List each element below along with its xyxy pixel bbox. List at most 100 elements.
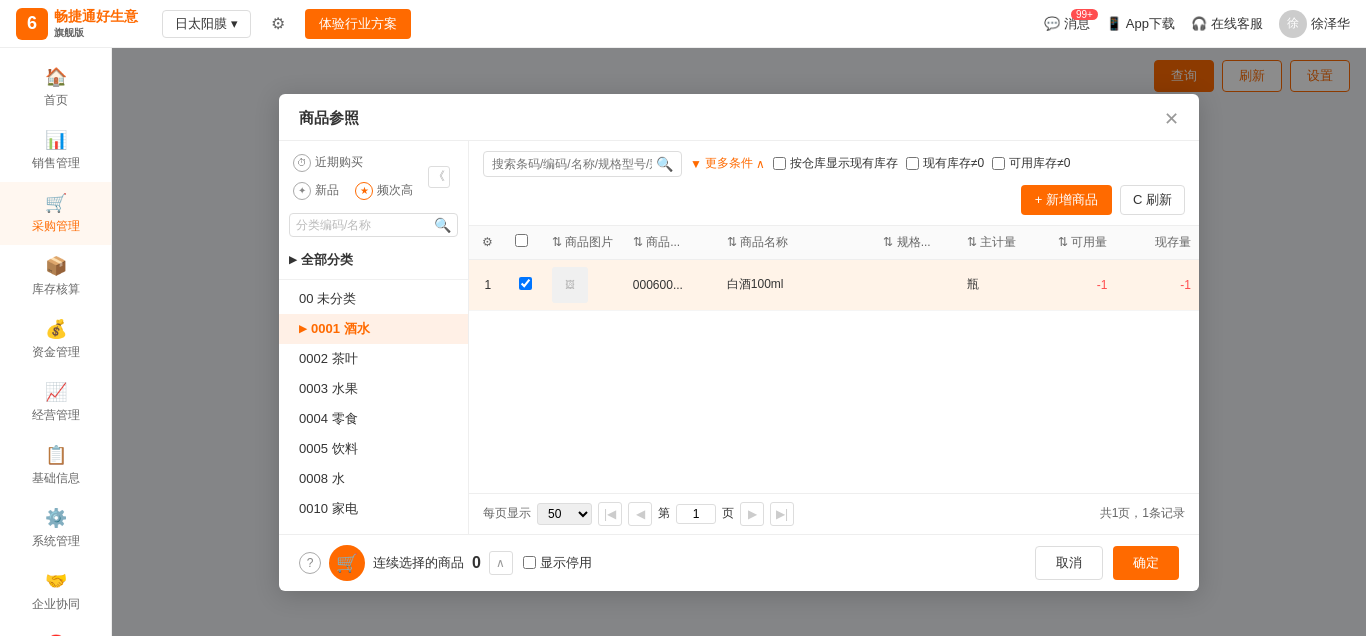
recent-purchase-icon: ⏱: [293, 154, 311, 172]
basic-info-icon: 📋: [45, 444, 67, 466]
sidebar-item-system[interactable]: ⚙️ 系统管理: [0, 497, 111, 560]
home-icon: 🏠: [45, 66, 67, 88]
th-code-sort-icon: ⇅: [633, 235, 643, 249]
dropdown-icon: ▾: [231, 16, 238, 31]
sidebar-label-inventory: 库存核算: [32, 281, 80, 298]
cart-button[interactable]: 🛒: [329, 545, 365, 581]
category-item-6[interactable]: 0008 水: [279, 464, 468, 494]
product-search-input[interactable]: [492, 157, 652, 171]
notification-badge: 99+: [1071, 9, 1098, 20]
prev-page-button[interactable]: ◀: [628, 502, 652, 526]
warehouse-display-checkbox[interactable]: 按仓库显示现有库存: [773, 155, 898, 172]
new-product-label: 新品: [315, 182, 339, 199]
pagination: 每页显示 50 10 20 100 |◀ ◀ 第 页: [469, 493, 1199, 534]
sidebar-label-basic-info: 基础信息: [32, 470, 80, 487]
add-product-button[interactable]: + 新增商品: [1021, 185, 1112, 215]
help-icon[interactable]: ?: [299, 552, 321, 574]
sidebar-item-finance[interactable]: 💰 资金管理: [0, 308, 111, 371]
page-input[interactable]: [676, 504, 716, 524]
all-category-label: 全部分类: [301, 251, 353, 269]
select-all-checkbox[interactable]: [515, 234, 528, 247]
sidebar: 🏠 首页 📊 销售管理 🛒 采购管理 📦 库存核算 💰 资金管理 📈 经营管理 …: [0, 48, 112, 636]
username-label: 徐泽华: [1311, 15, 1350, 33]
category-all[interactable]: ▶ 全部分类: [279, 245, 468, 275]
show-disabled-label[interactable]: 显示停用: [523, 554, 592, 572]
filter-label: 更多条件: [705, 155, 753, 172]
category-search-icon[interactable]: 🔍: [434, 217, 451, 233]
row-checkbox[interactable]: [519, 277, 532, 290]
current-stock-input[interactable]: [906, 157, 919, 170]
cat-item-7-label: 0010 家电: [299, 500, 358, 518]
sidebar-item-enterprise[interactable]: 🤝 企业协同: [0, 560, 111, 623]
th-unit[interactable]: ⇅ 主计量: [959, 226, 1032, 260]
th-code[interactable]: ⇅ 商品...: [625, 226, 719, 260]
sidebar-item-guide[interactable]: 🎯 新手引导: [0, 623, 111, 636]
high-frequency-tab[interactable]: ★ 频次高: [349, 179, 419, 203]
modal-close-button[interactable]: ✕: [1164, 108, 1179, 130]
product-search-icon[interactable]: 🔍: [656, 156, 673, 172]
category-item-4[interactable]: 0004 零食: [279, 404, 468, 434]
show-disabled-checkbox[interactable]: [523, 556, 536, 569]
sidebar-label-purchase: 采购管理: [32, 218, 80, 235]
sidebar-label-finance: 资金管理: [32, 344, 80, 361]
main-layout: 🏠 首页 📊 销售管理 🛒 采购管理 📦 库存核算 💰 资金管理 📈 经营管理 …: [0, 48, 1366, 636]
cat-item-5-label: 0005 饮料: [299, 440, 358, 458]
settings-icon[interactable]: ⚙: [263, 9, 293, 39]
category-item-5[interactable]: 0005 饮料: [279, 434, 468, 464]
available-stock-checkbox[interactable]: 可用库存≠0: [992, 155, 1070, 172]
online-service-area[interactable]: 🎧 在线客服: [1191, 15, 1263, 33]
category-search: 🔍: [289, 213, 458, 237]
category-item-0[interactable]: 00 未分类: [279, 284, 468, 314]
td-stock: -1: [1115, 259, 1199, 310]
current-stock-checkbox[interactable]: 现有库存≠0: [906, 155, 984, 172]
th-available[interactable]: ⇅ 可用量: [1032, 226, 1116, 260]
category-filter-tabs: ⏱ 近期购买 ✦ 新品 ★ 频次高: [287, 151, 428, 203]
topbar: 6 畅捷通好生意 旗舰版 日太阳膜 ▾ ⚙ 体验行业方案 💬 消息 99+ 📱 …: [0, 0, 1366, 48]
table-header-row: ⚙ ⇅ 商品图片 ⇅ 商品...: [469, 226, 1199, 260]
th-settings[interactable]: ⚙: [469, 226, 507, 260]
last-page-button[interactable]: ▶|: [770, 502, 794, 526]
td-checkbox[interactable]: [507, 259, 545, 310]
footer-collapse-button[interactable]: ∧: [489, 551, 513, 575]
new-product-tab[interactable]: ✦ 新品: [287, 179, 345, 203]
sidebar-item-purchase[interactable]: 🛒 采购管理: [0, 182, 111, 245]
confirm-button[interactable]: 确定: [1113, 546, 1179, 580]
table-row[interactable]: 1 🖼 000600... 白酒100ml 瓶: [469, 259, 1199, 310]
cancel-button[interactable]: 取消: [1035, 546, 1103, 580]
category-item-2[interactable]: 0002 茶叶: [279, 344, 468, 374]
avatar: 徐: [1279, 10, 1307, 38]
refresh-button[interactable]: C 刷新: [1120, 185, 1185, 215]
next-page-button[interactable]: ▶: [740, 502, 764, 526]
page-size-select[interactable]: 50 10 20 100: [537, 503, 592, 525]
th-spec[interactable]: ⇅ 规格...: [875, 226, 959, 260]
sidebar-item-inventory[interactable]: 📦 库存核算: [0, 245, 111, 308]
logo-icon: 6: [16, 8, 48, 40]
more-filter-button[interactable]: ▼ 更多条件 ∧: [690, 155, 765, 172]
th-name[interactable]: ⇅ 商品名称: [719, 226, 876, 260]
sidebar-item-operations[interactable]: 📈 经营管理: [0, 371, 111, 434]
first-page-button[interactable]: |◀: [598, 502, 622, 526]
th-stock[interactable]: 现存量: [1115, 226, 1199, 260]
current-stock-label: 现有库存≠0: [923, 155, 984, 172]
available-stock-input[interactable]: [992, 157, 1005, 170]
app-download-area[interactable]: 📱 App下载: [1106, 15, 1175, 33]
toolbar-right: + 新增商品 C 刷新: [1021, 185, 1185, 215]
sidebar-item-sales[interactable]: 📊 销售管理: [0, 119, 111, 182]
category-item-7[interactable]: 0010 家电: [279, 494, 468, 524]
collapse-panel-button[interactable]: 《: [428, 166, 450, 188]
td-spec: [875, 259, 959, 310]
user-area[interactable]: 徐 徐泽华: [1279, 10, 1350, 38]
search-bar: 🔍 ▼ 更多条件 ∧ 按仓库显示现有库存: [469, 141, 1199, 226]
category-item-1[interactable]: ▶ 0001 酒水: [279, 314, 468, 344]
sidebar-item-home[interactable]: 🏠 首页: [0, 56, 111, 119]
recent-purchase-tab[interactable]: ⏱ 近期购买: [287, 151, 369, 175]
sidebar-item-basic-info[interactable]: 📋 基础信息: [0, 434, 111, 497]
experience-button[interactable]: 体验行业方案: [305, 9, 411, 39]
available-stock-label: 可用库存≠0: [1009, 155, 1070, 172]
store-selector[interactable]: 日太阳膜 ▾: [162, 10, 251, 38]
high-frequency-label: 频次高: [377, 182, 413, 199]
notification-area[interactable]: 💬 消息 99+: [1044, 15, 1090, 33]
category-search-input[interactable]: [296, 218, 430, 232]
warehouse-checkbox-input[interactable]: [773, 157, 786, 170]
category-item-3[interactable]: 0003 水果: [279, 374, 468, 404]
